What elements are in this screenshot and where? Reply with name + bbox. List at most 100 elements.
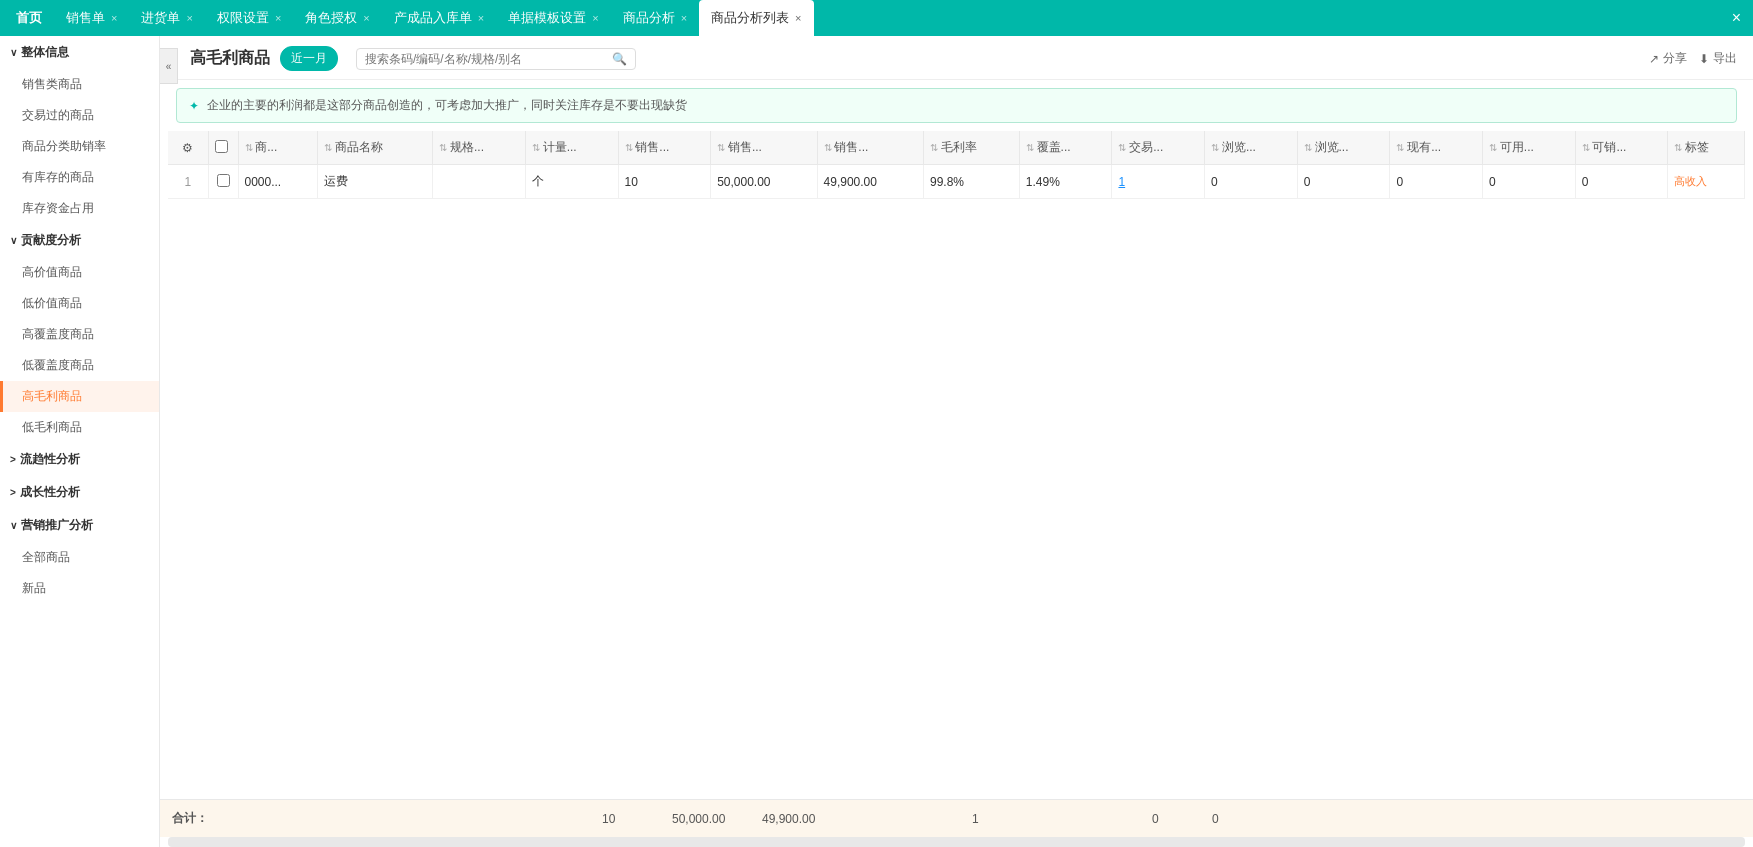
th-available_stock[interactable]: 可用...: [1483, 131, 1576, 165]
close-all-button[interactable]: ×: [1724, 9, 1749, 27]
nav-tab-0[interactable]: 首页: [4, 0, 54, 36]
th-sales_amount[interactable]: 销售...: [711, 131, 817, 165]
footer-columns: 10 50,000.00 49,900.00 1 0 0: [216, 812, 1741, 826]
col-sort-spec: [439, 140, 450, 154]
td-name: 运费: [318, 165, 433, 199]
td-sales_qty: 10: [618, 165, 711, 199]
th-unit[interactable]: 计量...: [525, 131, 618, 165]
th-views1[interactable]: 浏览...: [1205, 131, 1298, 165]
td-tag: 高收入: [1668, 165, 1745, 199]
th-transactions[interactable]: 交易...: [1112, 131, 1205, 165]
sidebar-group-4[interactable]: ∨营销推广分析: [0, 509, 159, 542]
nav-tab-8[interactable]: 商品分析列表×: [699, 0, 813, 36]
footer-total-label: 合计：: [172, 810, 208, 827]
th-sellable[interactable]: 可销...: [1575, 131, 1668, 165]
search-input[interactable]: [365, 52, 608, 66]
th-sales_cost[interactable]: 销售...: [817, 131, 923, 165]
nav-tab-close-7[interactable]: ×: [681, 12, 687, 24]
td-index: 1: [168, 165, 208, 199]
nav-tab-close-3[interactable]: ×: [275, 12, 281, 24]
content-header: 高毛利商品 近一月 🔍 ↗ 分享 ⬇ 导出: [160, 36, 1753, 80]
nav-tab-4[interactable]: 角色授权×: [293, 0, 381, 36]
td-spec: [433, 165, 526, 199]
col-sort-available_stock: [1489, 140, 1500, 154]
sidebar-item-4-0[interactable]: 全部商品: [0, 542, 159, 573]
sidebar-item-4-1[interactable]: 新品: [0, 573, 159, 604]
data-table: ⚙商...商品名称规格...计量...销售...销售...销售...毛利率覆盖.…: [168, 131, 1745, 199]
th-sales_qty[interactable]: 销售...: [618, 131, 711, 165]
horizontal-scrollbar[interactable]: [168, 837, 1745, 847]
td-code: 0000...: [238, 165, 318, 199]
share-icon: ↗: [1649, 52, 1659, 66]
nav-tab-5[interactable]: 产成品入库单×: [382, 0, 496, 36]
col-sort-sales_amount: [717, 140, 728, 154]
sidebar-group-1[interactable]: ∨贡献度分析: [0, 224, 159, 257]
select-all-checkbox[interactable]: [215, 140, 228, 153]
td-transactions: 1: [1112, 165, 1205, 199]
td-sales_amount: 50,000.00: [711, 165, 817, 199]
th-coverage[interactable]: 覆盖...: [1019, 131, 1112, 165]
sidebar-collapse-button[interactable]: «: [160, 48, 178, 84]
sidebar-item-0-4[interactable]: 库存资金占用: [0, 193, 159, 224]
sidebar-group-0[interactable]: ∨整体信息: [0, 36, 159, 69]
content-area: « 高毛利商品 近一月 🔍 ↗ 分享 ⬇ 导出 ✦ 企: [160, 36, 1753, 847]
nav-tab-7[interactable]: 商品分析×: [611, 0, 699, 36]
search-icon[interactable]: 🔍: [612, 52, 627, 66]
col-sort-code: [245, 140, 256, 154]
sidebar-item-1-1[interactable]: 低价值商品: [0, 288, 159, 319]
main-layout: ∨整体信息销售类商品交易过的商品商品分类助销率有库存的商品库存资金占用∨贡献度分…: [0, 36, 1753, 847]
nav-tab-close-2[interactable]: ×: [186, 12, 192, 24]
th-name[interactable]: 商品名称: [318, 131, 433, 165]
transaction-link[interactable]: 1: [1118, 175, 1125, 189]
export-button[interactable]: ⬇ 导出: [1699, 50, 1737, 67]
td-checkbox[interactable]: [208, 165, 238, 199]
col-sort-views1: [1211, 140, 1222, 154]
col-sort-unit: [532, 140, 543, 154]
th-gross_margin[interactable]: 毛利率: [924, 131, 1020, 165]
td-views2: 0: [1297, 165, 1390, 199]
table-row: 10000...运费个1050,000.0049,900.0099.8%1.49…: [168, 165, 1745, 199]
sidebar-item-0-1[interactable]: 交易过的商品: [0, 100, 159, 131]
row-checkbox-0[interactable]: [217, 174, 230, 187]
page-title: 高毛利商品: [190, 48, 270, 69]
sidebar-group-arrow-1: ∨: [10, 235, 17, 246]
nav-tab-3[interactable]: 权限设置×: [205, 0, 293, 36]
share-button[interactable]: ↗ 分享: [1649, 50, 1687, 67]
nav-tab-2[interactable]: 进货单×: [129, 0, 204, 36]
nav-tab-close-4[interactable]: ×: [363, 12, 369, 24]
sidebar-item-1-5[interactable]: 低毛利商品: [0, 412, 159, 443]
nav-tab-close-5[interactable]: ×: [478, 12, 484, 24]
footer-available-stock: 0: [1206, 812, 1266, 826]
sidebar-item-1-3[interactable]: 低覆盖度商品: [0, 350, 159, 381]
filter-recent-month-button[interactable]: 近一月: [280, 46, 338, 71]
td-available_stock: 0: [1483, 165, 1576, 199]
th-settings[interactable]: ⚙: [168, 131, 208, 165]
sidebar-item-1-2[interactable]: 高覆盖度商品: [0, 319, 159, 350]
nav-tab-close-6[interactable]: ×: [592, 12, 598, 24]
sidebar-group-3[interactable]: >成长性分析: [0, 476, 159, 509]
sidebar-item-0-2[interactable]: 商品分类助销率: [0, 131, 159, 162]
sidebar-item-0-3[interactable]: 有库存的商品: [0, 162, 159, 193]
th-spec[interactable]: 规格...: [433, 131, 526, 165]
th-current_stock[interactable]: 现有...: [1390, 131, 1483, 165]
sidebar-item-1-4[interactable]: 高毛利商品: [0, 381, 159, 412]
col-sort-coverage: [1026, 140, 1037, 154]
th-checkbox[interactable]: [208, 131, 238, 165]
nav-tab-close-1[interactable]: ×: [111, 12, 117, 24]
nav-tab-1[interactable]: 销售单×: [54, 0, 129, 36]
col-sort-current_stock: [1396, 140, 1407, 154]
col-sort-sales_cost: [824, 140, 835, 154]
sidebar-item-0-0[interactable]: 销售类商品: [0, 69, 159, 100]
footer-sales-amount: 50,000.00: [666, 812, 756, 826]
sidebar-group-2[interactable]: >流趋性分析: [0, 443, 159, 476]
footer-sales-cost: 49,900.00: [756, 812, 846, 826]
sidebar-group-arrow-0: ∨: [10, 47, 17, 58]
td-views1: 0: [1205, 165, 1298, 199]
header-actions: ↗ 分享 ⬇ 导出: [1649, 50, 1737, 67]
th-tag[interactable]: 标签: [1668, 131, 1745, 165]
th-views2[interactable]: 浏览...: [1297, 131, 1390, 165]
nav-tab-close-8[interactable]: ×: [795, 12, 801, 24]
sidebar-item-1-0[interactable]: 高价值商品: [0, 257, 159, 288]
th-code[interactable]: 商...: [238, 131, 318, 165]
nav-tab-6[interactable]: 单据模板设置×: [496, 0, 610, 36]
